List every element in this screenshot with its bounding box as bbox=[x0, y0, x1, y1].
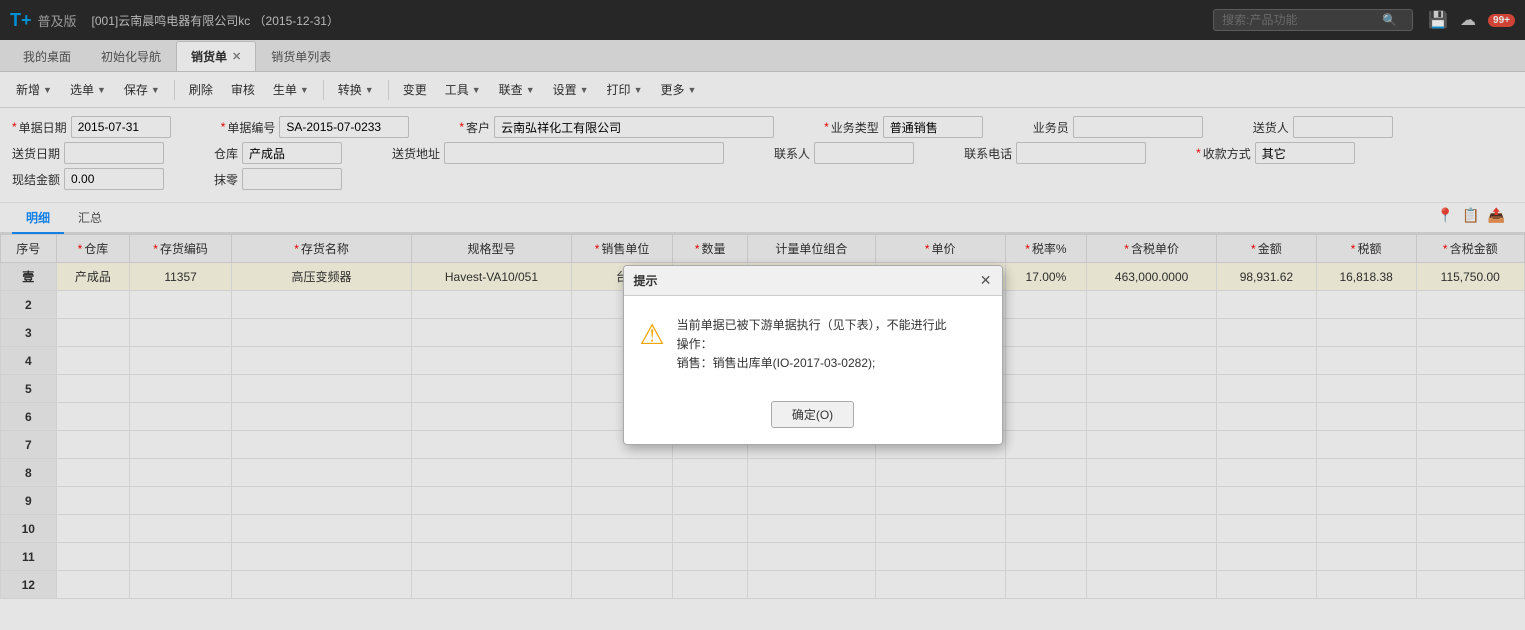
dialog-body: ⚠ 当前单据已被下游单据执行（见下表），不能进行此 操作： 销售：销售出库单(I… bbox=[624, 296, 1002, 394]
dialog-message: 当前单据已被下游单据执行（见下表），不能进行此 操作： 销售：销售出库单(IO-… bbox=[677, 316, 947, 374]
dialog-footer: 确定(O) bbox=[624, 393, 1002, 444]
dialog-confirm-button[interactable]: 确定(O) bbox=[771, 401, 854, 428]
dialog-close-icon[interactable]: ✕ bbox=[980, 273, 992, 287]
warning-icon: ⚠ bbox=[640, 318, 665, 351]
dialog-titlebar: 提示 ✕ bbox=[624, 266, 1002, 296]
dialog-overlay: 提示 ✕ ⚠ 当前单据已被下游单据执行（见下表），不能进行此 操作： 销售：销售… bbox=[0, 0, 1525, 630]
dialog-title: 提示 bbox=[634, 272, 658, 289]
dialog: 提示 ✕ ⚠ 当前单据已被下游单据执行（见下表），不能进行此 操作： 销售：销售… bbox=[623, 265, 1003, 446]
